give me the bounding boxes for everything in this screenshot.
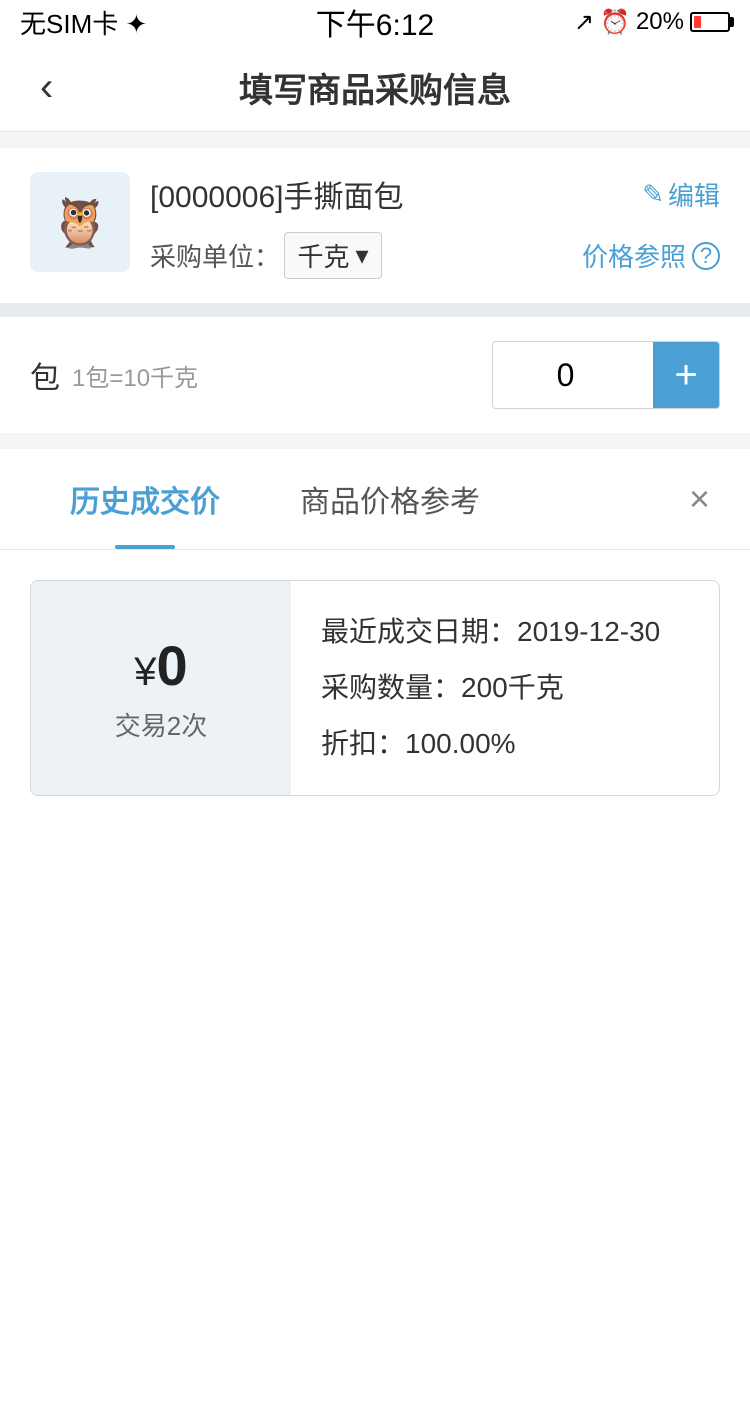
battery-icon: [690, 12, 730, 32]
product-image: 🦉: [30, 172, 130, 272]
edit-label: 编辑: [668, 176, 720, 213]
recent-date-label: 最近成交日期：: [321, 616, 517, 647]
discount-label: 折扣：: [321, 728, 405, 759]
discount-row: 折扣：100.00%: [321, 723, 689, 765]
quantity-row-detail: 采购数量：200千克: [321, 667, 689, 709]
unit-select[interactable]: 千克 ▾: [284, 232, 381, 279]
dropdown-icon: ▾: [355, 240, 368, 271]
currency-symbol: ¥: [134, 650, 156, 694]
price-ref-button[interactable]: 价格参照 ?: [582, 237, 720, 274]
status-time: 下午6:12: [316, 0, 434, 44]
product-thumbnail-icon: 🦉: [50, 194, 110, 251]
alarm-icon: ⏰: [600, 8, 630, 37]
price-card-left: ¥0 交易2次: [31, 581, 291, 795]
unit-value: 千克: [297, 237, 349, 274]
quantity-input[interactable]: [493, 342, 653, 408]
nav-bar: ‹ 填写商品采购信息: [0, 44, 750, 132]
quantity-main-label: 包: [30, 353, 60, 397]
tabs-section: 历史成交价 商品价格参考 × ¥0 交易2次 最近成交日期：2019-12-30…: [0, 449, 750, 826]
purchase-quantity-value: 200千克: [461, 672, 564, 703]
tab-history-price[interactable]: 历史成交价: [30, 449, 260, 549]
price-amount-value: 0: [157, 634, 188, 697]
quantity-label-group: 包 1包=10千克: [30, 353, 198, 397]
purchase-quantity-label: 采购数量：: [321, 672, 461, 703]
section-divider: [0, 303, 750, 317]
tab-close-button[interactable]: ×: [679, 468, 720, 530]
tabs-header: 历史成交价 商品价格参考 ×: [0, 449, 750, 550]
back-button[interactable]: ‹: [30, 55, 63, 120]
unit-group: 采购单位： 千克 ▾: [150, 232, 382, 279]
price-ref-icon: ?: [692, 242, 720, 270]
product-section: 🦉 [0000006]手撕面包 ✎ 编辑 采购单位： 千克 ▾: [0, 148, 750, 303]
product-top-row: [0000006]手撕面包 ✎ 编辑: [150, 172, 720, 216]
unit-label: 采购单位：: [150, 242, 280, 272]
edit-button[interactable]: ✎ 编辑: [642, 176, 720, 213]
product-header: 🦉 [0000006]手撕面包 ✎ 编辑 采购单位： 千克 ▾: [30, 172, 720, 279]
carrier-signal: 无SIM卡 ✦: [20, 4, 147, 41]
location-icon: ↗: [574, 8, 594, 37]
quantity-control: +: [492, 341, 720, 409]
transaction-count: 交易2次: [115, 706, 207, 743]
price-display: ¥0: [134, 633, 187, 698]
quantity-row: 包 1包=10千克 +: [0, 317, 750, 433]
card-area: ¥0 交易2次 最近成交日期：2019-12-30 采购数量：200千克 折扣：…: [0, 550, 750, 826]
recent-date-value: 2019-12-30: [517, 616, 660, 647]
battery-percent: 20%: [636, 8, 684, 36]
tab-product-price-ref[interactable]: 商品价格参考: [260, 449, 520, 549]
bottom-area: [0, 826, 750, 1426]
price-card-right: 最近成交日期：2019-12-30 采购数量：200千克 折扣：100.00%: [291, 581, 719, 795]
discount-value: 100.00%: [405, 728, 516, 759]
quantity-plus-button[interactable]: +: [653, 342, 719, 408]
product-name: [0000006]手撕面包: [150, 172, 403, 216]
price-card: ¥0 交易2次 最近成交日期：2019-12-30 采购数量：200千克 折扣：…: [30, 580, 720, 796]
product-unit-row: 采购单位： 千克 ▾ 价格参照 ?: [150, 232, 720, 279]
status-bar: 无SIM卡 ✦ 下午6:12 ↗ ⏰ 20%: [0, 0, 750, 44]
price-ref-label: 价格参照: [582, 237, 686, 274]
recent-date-row: 最近成交日期：2019-12-30: [321, 611, 689, 653]
product-info: [0000006]手撕面包 ✎ 编辑 采购单位： 千克 ▾ 价格参照 ?: [150, 172, 720, 279]
quantity-sub-label: 1包=10千克: [72, 358, 198, 393]
edit-icon: ✎: [642, 179, 664, 210]
status-right-group: ↗ ⏰ 20%: [574, 8, 730, 37]
page-title: 填写商品采购信息: [239, 63, 511, 112]
